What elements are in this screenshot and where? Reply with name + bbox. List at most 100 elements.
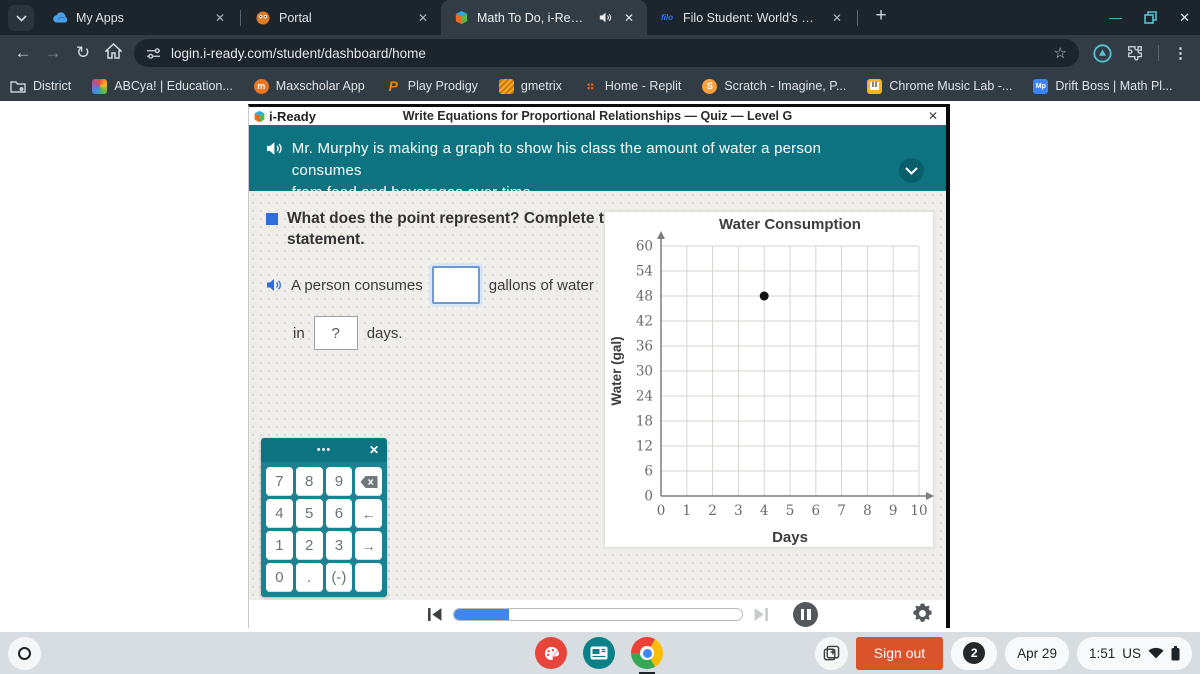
status-tray[interactable]: 1:51 US [1076, 636, 1192, 670]
bookmark-scratch[interactable]: S Scratch - Imagine, P... [702, 78, 846, 94]
numpad-key-arrow-right[interactable]: → [355, 531, 382, 560]
tab-close-icon[interactable]: ✕ [621, 10, 637, 26]
forward-button[interactable]: → [38, 43, 68, 63]
bookmark-label: Maxscholar App [275, 79, 365, 93]
restore-window-button[interactable] [1144, 11, 1157, 24]
locale-label: US [1122, 645, 1141, 661]
svg-text:10: 10 [910, 503, 927, 519]
tab-portal[interactable]: Portal ✕ [243, 0, 441, 35]
card-app-button[interactable] [583, 637, 615, 669]
speaker-icon[interactable] [266, 277, 282, 293]
notification-count-badge: 2 [963, 642, 986, 664]
numpad-key-4[interactable]: 4 [266, 499, 293, 528]
drift-boss-icon: Mp [1033, 78, 1049, 94]
tab-filo-student[interactable]: filo Filo Student: World's Only Live ✕ [647, 0, 855, 35]
svg-text:60: 60 [636, 239, 653, 255]
numpad-key-blank[interactable] [355, 563, 382, 592]
numpad-key-5[interactable]: 5 [295, 499, 323, 528]
numpad-key-negative[interactable]: (-) [325, 563, 353, 592]
canvas-app-button[interactable] [535, 637, 567, 669]
chrome-icon [640, 646, 654, 660]
home-button[interactable] [98, 42, 128, 64]
bookmark-play-prodigy[interactable]: P Play Prodigy [386, 78, 478, 94]
bookmark-abcya[interactable]: ABCya! | Education... [92, 78, 233, 94]
tab-label: Math To Do, i-Ready [477, 10, 589, 25]
speaker-icon[interactable] [266, 140, 283, 157]
svg-text:Water (gal): Water (gal) [609, 336, 624, 405]
tab-search-button[interactable] [8, 5, 34, 31]
numpad-key-decimal[interactable]: . [295, 563, 323, 592]
numpad-key-3[interactable]: 3 [325, 531, 353, 560]
numpad-key-8[interactable]: 8 [295, 467, 323, 496]
bookmark-drift-boss[interactable]: Mp Drift Boss | Math Pl... [1033, 78, 1173, 94]
new-tab-button[interactable]: + [868, 3, 894, 29]
quiz-close-button[interactable]: ✕ [928, 109, 938, 123]
browser-tab-strip: My Apps ✕ Portal ✕ Math To Do, i-Ready ✕… [0, 0, 1200, 35]
numpad-key-2[interactable]: 2 [295, 531, 323, 560]
time-label: 1:51 [1088, 645, 1116, 661]
chrome-app-button[interactable] [631, 637, 663, 674]
tab-audio-icon[interactable] [597, 10, 613, 26]
svg-text:6: 6 [644, 464, 653, 480]
bookmark-replit[interactable]: ⠶ Home - Replit [583, 79, 681, 94]
bookmark-gmetrix[interactable]: gmetrix [498, 78, 562, 94]
back-button[interactable]: ← [8, 43, 38, 63]
numpad-key-6[interactable]: 6 [325, 499, 353, 528]
gallons-input[interactable] [431, 266, 480, 304]
svg-text:30: 30 [636, 364, 653, 380]
notification-pill[interactable]: 2 [951, 636, 998, 670]
sign-out-button[interactable]: Sign out [855, 636, 944, 670]
audio-progress-bar[interactable] [453, 607, 743, 621]
tab-math-to-do-iready[interactable]: Math To Do, i-Ready ✕ [441, 0, 647, 35]
browser-menu-button[interactable]: ⋮ [1173, 44, 1188, 62]
tab-close-icon[interactable]: ✕ [212, 10, 228, 26]
window-controls: — ✕ [1109, 0, 1190, 35]
numpad-close-button[interactable]: ✕ [369, 443, 380, 457]
audio-progress-fill [454, 608, 509, 620]
numpad-key-0[interactable]: 0 [266, 563, 293, 592]
site-settings-icon[interactable] [146, 47, 161, 60]
question-bullet [266, 213, 278, 225]
numpad-key-9[interactable]: 9 [325, 467, 353, 496]
days-input[interactable] [313, 316, 358, 350]
url-text[interactable]: login.i-ready.com/student/dashboard/home [171, 46, 1044, 61]
bookmark-label: Chrome Music Lab -... [889, 79, 1013, 93]
pause-button[interactable] [793, 601, 818, 627]
bookmark-label: Home - Replit [604, 79, 682, 93]
tab-label: Filo Student: World's Only Live [683, 10, 821, 25]
extensions-puzzle-icon[interactable] [1126, 44, 1144, 62]
numpad-key-arrow-left[interactable]: ← [355, 499, 382, 528]
tab-my-apps[interactable]: My Apps ✕ [40, 0, 238, 35]
bookmark-district[interactable]: District [10, 79, 71, 93]
numpad-key-1[interactable]: 1 [266, 531, 293, 560]
address-bar[interactable]: login.i-ready.com/student/dashboard/home… [134, 39, 1079, 67]
numpad-header[interactable]: ••• ✕ [261, 438, 387, 462]
portal-favicon-icon [255, 10, 271, 26]
numpad: ••• ✕ 7 8 9 4 5 6 ← 1 2 3 → 0 . (-) [261, 438, 387, 597]
settings-button[interactable] [911, 602, 934, 630]
minimize-button[interactable]: — [1109, 10, 1122, 25]
screen: My Apps ✕ Portal ✕ Math To Do, i-Ready ✕… [0, 0, 1200, 674]
bookmark-maxscholar[interactable]: m Maxscholar App [253, 78, 365, 94]
close-window-button[interactable]: ✕ [1179, 10, 1190, 26]
bookmark-chrome-music-lab[interactable]: Chrome Music Lab -... [867, 78, 1013, 94]
numpad-key-backspace[interactable] [355, 467, 382, 496]
svg-text:6: 6 [812, 503, 821, 519]
bookmark-star-icon[interactable]: ☆ [1054, 44, 1067, 62]
screen-capture-button[interactable] [814, 636, 848, 670]
skip-forward-button[interactable] [753, 607, 769, 622]
extension-badge-icon[interactable] [1093, 43, 1112, 63]
tab-close-icon[interactable]: ✕ [415, 10, 431, 26]
tab-close-icon[interactable]: ✕ [829, 10, 845, 26]
skip-back-button[interactable] [427, 607, 443, 622]
svg-text:2: 2 [708, 503, 717, 519]
reload-button[interactable]: ↻ [68, 43, 98, 63]
prodigy-icon: P [388, 78, 398, 94]
launcher-button[interactable] [8, 636, 41, 670]
banner-collapse-button[interactable] [899, 158, 924, 183]
numpad-key-7[interactable]: 7 [266, 467, 293, 496]
question-text: What does the point represent? Complete … [287, 208, 622, 250]
numpad-menu-icon[interactable]: ••• [317, 444, 332, 456]
prompt-text: Mr. Murphy is making a graph to show his… [292, 138, 886, 201]
date-pill[interactable]: Apr 29 [1005, 636, 1069, 670]
